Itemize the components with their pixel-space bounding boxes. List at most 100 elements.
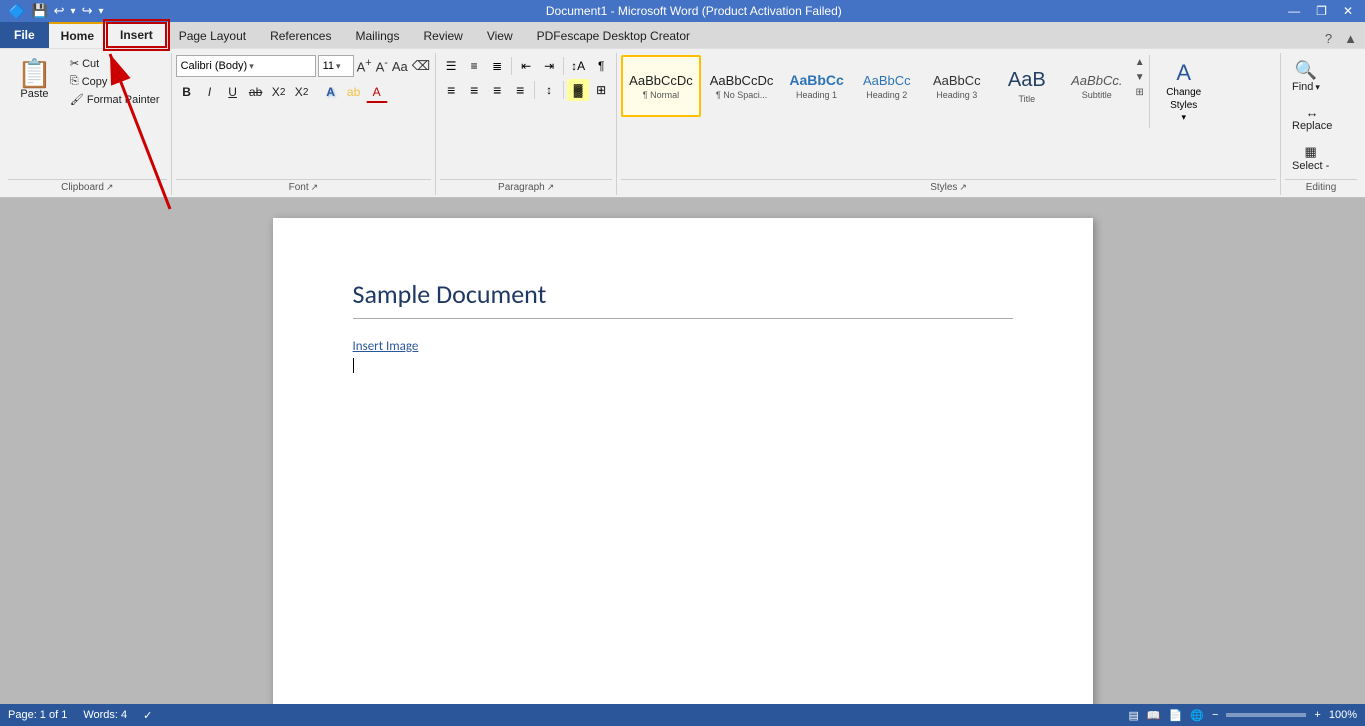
tab-pdfescape[interactable]: PDFescape Desktop Creator [525,22,702,48]
bullets-button[interactable]: ☰ [440,55,462,77]
zoom-plus[interactable]: + [1314,709,1320,721]
zoom-slider[interactable] [1226,713,1306,717]
tab-bar: File Home Insert Page Layout References … [0,22,1365,48]
maximize-button[interactable]: ❐ [1312,4,1331,18]
tab-references[interactable]: References [258,22,343,48]
clipboard-secondary: ✂ Cut ⎘ Copy 🖌 Format Painter [63,55,167,108]
tab-file[interactable]: File [0,22,49,48]
styles-expand-button[interactable]: ⊞ [1133,85,1147,100]
tab-insert[interactable]: Insert [106,22,167,48]
style-normal[interactable]: AaBbCcDc ¶ Normal [621,55,701,117]
change-styles-button[interactable]: A ChangeStyles ▾ [1154,55,1214,128]
decrease-font-size-button[interactable]: A- [375,56,389,75]
paste-icon: 📋 [17,60,52,88]
tab-review[interactable]: Review [411,22,474,48]
text-cursor [353,358,354,373]
styles-scroll: ▲ ▼ ⊞ [1133,55,1147,100]
styles-group: AaBbCcDc ¶ Normal AaBbCcDc ¶ No Spaci...… [617,53,1281,195]
help-button[interactable]: ? [1321,29,1336,48]
justify-button[interactable]: ≡ [509,79,531,101]
decrease-indent-button[interactable]: ⇤ [515,55,537,77]
align-left-button[interactable]: ≡ [440,79,462,101]
bold-button[interactable]: B [176,81,198,103]
styles-expand-icon: ↗ [959,182,967,193]
close-button[interactable]: ✕ [1339,4,1357,18]
clipboard-label[interactable]: Clipboard ↗ [8,179,167,195]
style-nospacing[interactable]: AaBbCcDc ¶ No Spaci... [703,55,781,117]
change-case-button[interactable]: Aa [391,58,409,75]
font-size-dropdown-icon: ▾ [336,61,341,72]
quick-undo-arrow[interactable]: ▾ [71,6,76,17]
spell-check-icon[interactable]: ✓ [143,709,152,722]
format-painter-button[interactable]: 🖌 Format Painter [63,91,167,108]
increase-font-size-button[interactable]: A+ [356,56,373,75]
document-title: Sample Document [353,278,1013,319]
minimize-ribbon-button[interactable]: ▲ [1340,29,1361,48]
tab-view[interactable]: View [475,22,525,48]
print-layout-button[interactable]: 📄 [1169,709,1183,722]
style-heading1[interactable]: AaBbCc Heading 1 [782,55,850,117]
show-hide-button[interactable]: ¶ [590,55,612,77]
text-highlight-button[interactable]: ab [343,81,365,103]
style-heading2[interactable]: AaBbCc Heading 2 [853,55,921,117]
red-arrow-annotation [95,198,185,214]
font-expand-icon: ↗ [311,182,319,193]
font-label[interactable]: Font ↗ [176,179,432,195]
text-effects-button[interactable]: A [320,81,342,103]
insert-image-link[interactable]: Insert Image [353,339,419,354]
word-count: Words: 4 [83,709,127,722]
select-button[interactable]: ▦ Select - [1285,139,1336,177]
align-right-button[interactable]: ≡ [486,79,508,101]
zoom-level[interactable]: 100% [1329,709,1357,721]
align-center-button[interactable]: ≡ [463,79,485,101]
styles-label[interactable]: Styles ↗ [621,179,1276,195]
paragraph-label[interactable]: Paragraph ↗ [440,179,612,195]
shading-button[interactable]: ▓ [567,79,589,101]
web-layout-button[interactable]: 🌐 [1190,709,1204,722]
style-subtitle[interactable]: AaBbCc. Subtitle [1063,55,1131,117]
find-icon: 🔍 [1295,60,1317,81]
reading-view-button[interactable]: 📖 [1147,709,1161,722]
styles-scroll-up-button[interactable]: ▲ [1133,55,1147,70]
italic-button[interactable]: I [199,81,221,103]
replace-button[interactable]: ↔ Replace [1285,100,1339,137]
quick-redo[interactable]: ↪ [82,3,93,19]
font-color-button[interactable]: A [366,81,388,103]
clipboard-expand-icon: ↗ [106,182,114,193]
paste-button[interactable]: 📋 Paste [8,55,61,105]
strikethrough-button[interactable]: ab [245,81,267,103]
subscript-button[interactable]: X2 [268,81,290,103]
clear-formatting-button[interactable]: ⌫ [411,57,431,75]
minimize-button[interactable]: — [1284,4,1304,18]
font-name-selector[interactable]: Calibri (Body) ▾ [176,55,316,77]
change-styles-icon: A [1176,60,1191,86]
sort-button[interactable]: ↕A [567,55,589,77]
numbering-button[interactable]: ≡ [463,55,485,77]
tab-pagelayout[interactable]: Page Layout [167,22,258,48]
increase-indent-button[interactable]: ⇥ [538,55,560,77]
paragraph-group: ☰ ≡ ≣ ⇤ ⇥ ↕A ¶ ≡ ≡ ≡ ≡ [436,53,617,195]
copy-button[interactable]: ⎘ Copy [63,73,167,90]
line-spacing-button[interactable]: ↕ [538,79,560,101]
zoom-minus[interactable]: − [1212,709,1218,721]
quick-save[interactable]: 💾 [31,3,47,19]
multilevel-list-button[interactable]: ≣ [486,55,508,77]
editing-label[interactable]: Editing [1285,179,1357,195]
font-size-selector[interactable]: 11 ▾ [318,55,354,77]
superscript-button[interactable]: X2 [291,81,313,103]
quick-undo[interactable]: ↩ [54,3,65,19]
copy-icon: ⎘ [70,75,79,88]
style-title[interactable]: AaB Title [993,55,1061,117]
clipboard-group: 📋 Paste ✂ Cut ⎘ Copy 🖌 [4,53,172,195]
normal-view-button[interactable]: ▤ [1128,709,1138,722]
styles-gallery: AaBbCcDc ¶ Normal AaBbCcDc ¶ No Spaci...… [621,55,1131,117]
tab-home[interactable]: Home [49,22,106,48]
underline-button[interactable]: U [222,81,244,103]
find-button[interactable]: 🔍 Find ▾ [1285,55,1327,98]
select-icon: ▦ [1305,144,1317,160]
cut-button[interactable]: ✂ Cut [63,55,167,72]
borders-button[interactable]: ⊞ [590,79,612,101]
tab-mailings[interactable]: Mailings [343,22,411,48]
style-heading3[interactable]: AaBbCc Heading 3 [923,55,991,117]
styles-scroll-down-button[interactable]: ▼ [1133,70,1147,85]
